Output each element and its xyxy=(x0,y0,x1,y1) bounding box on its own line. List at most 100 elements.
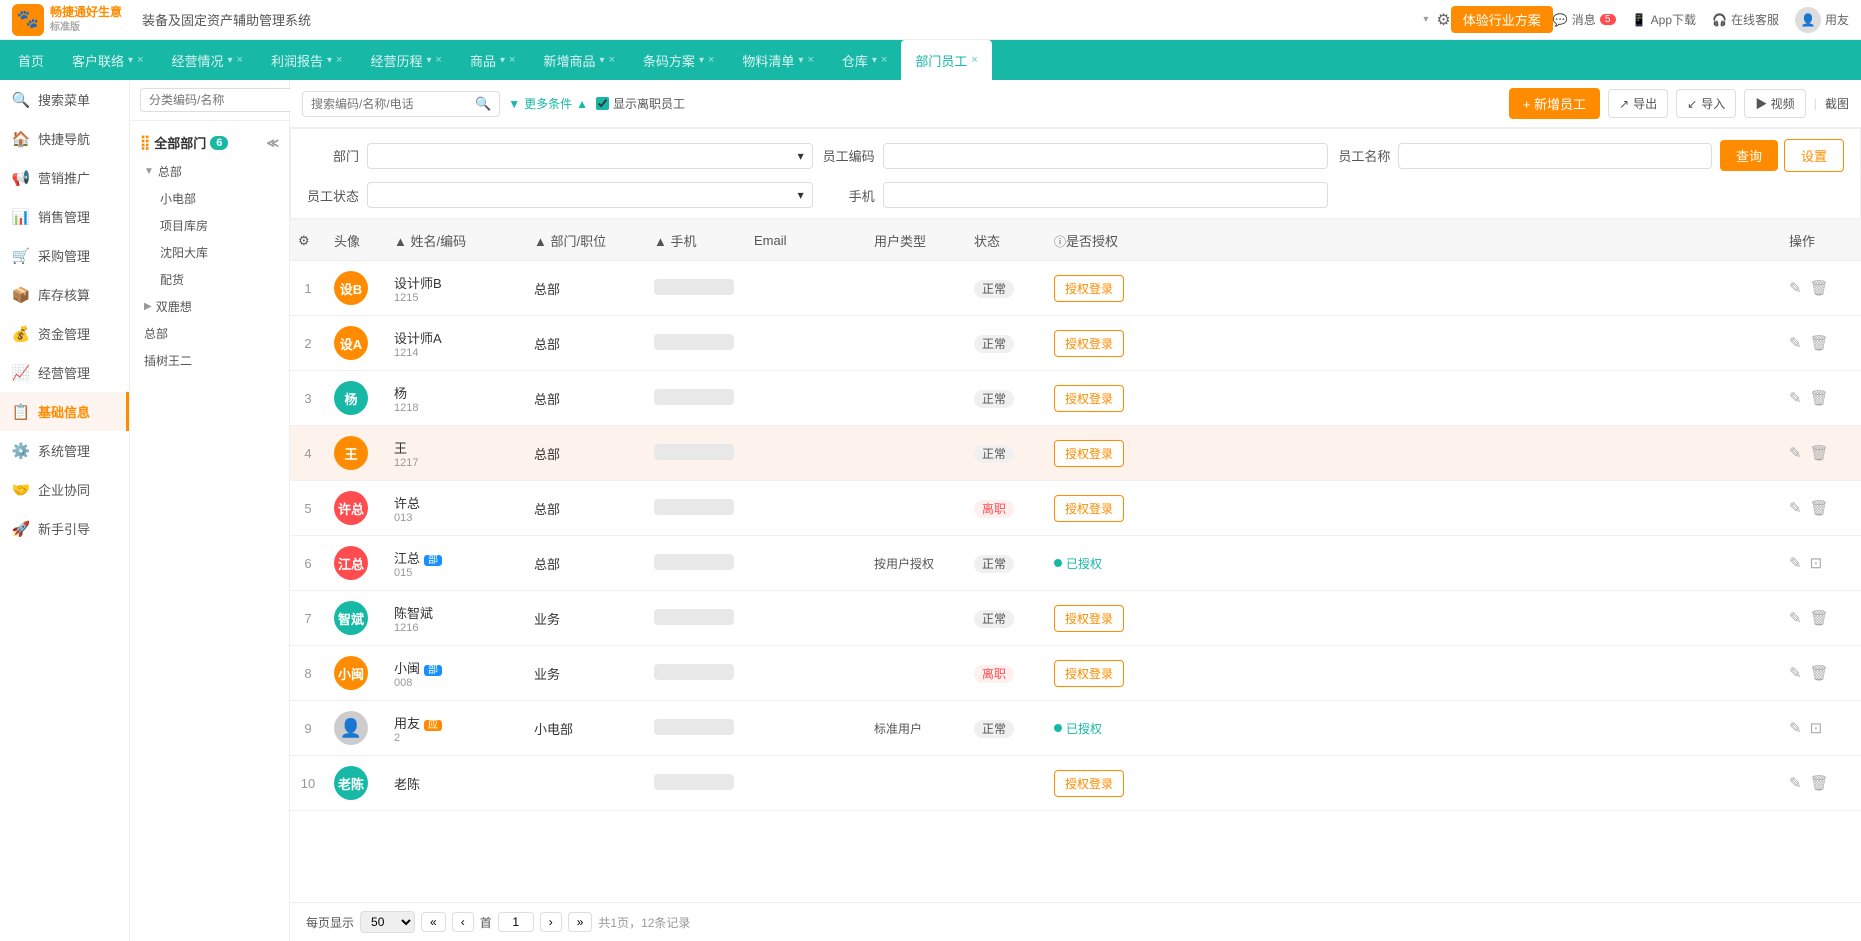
employee-code: 1216 xyxy=(394,622,518,634)
message-item[interactable]: 💬 消息 5 xyxy=(1553,11,1616,28)
auth-button[interactable]: 授权登录 xyxy=(1054,770,1124,797)
tab-history[interactable]: 经营历程 ▾× xyxy=(356,40,455,80)
search-input[interactable] xyxy=(311,97,471,111)
show-resigned-label[interactable]: 显示离职员工 xyxy=(596,95,685,112)
tab-goods[interactable]: 商品 ▾× xyxy=(456,40,529,80)
sidebar-item-system[interactable]: ⚙️ 系统管理 xyxy=(0,431,129,470)
export-button[interactable]: ↗ 导出 xyxy=(1608,89,1668,118)
auth-button[interactable]: 授权登录 xyxy=(1054,440,1124,467)
sidebar-item-nav[interactable]: 🏠 快捷导航 xyxy=(0,119,129,158)
dept-item-peihuo[interactable]: 配货 xyxy=(130,266,289,293)
status-filter-select[interactable]: ▾ xyxy=(367,182,813,208)
sidebar-item-marketing[interactable]: 📢 营销推广 xyxy=(0,158,129,197)
dept-item-zonbu2[interactable]: 总部 xyxy=(130,320,289,347)
auth-button[interactable]: 授权登录 xyxy=(1054,660,1124,687)
delete-icon[interactable]: 🗑 xyxy=(1810,774,1829,792)
first-page-button[interactable]: « xyxy=(421,912,446,932)
edit-icon[interactable]: ✎ xyxy=(1789,389,1802,407)
collapse-icon[interactable]: ≪ xyxy=(266,136,279,150)
tab-employees[interactable]: 部门员工 × xyxy=(901,40,991,80)
employee-code: 1215 xyxy=(394,292,518,304)
delete-icon[interactable]: 🗑 xyxy=(1810,664,1829,682)
extra-label[interactable]: 截图 xyxy=(1825,95,1849,112)
th-name[interactable]: ▲ 姓名/编码 xyxy=(386,221,526,261)
delete-icon[interactable]: 🗑 xyxy=(1810,609,1829,627)
employee-code: 008 xyxy=(394,677,518,689)
auth-button[interactable]: 授权登录 xyxy=(1054,385,1124,412)
edit-icon[interactable]: ✎ xyxy=(1789,444,1802,462)
table-row: 5 许总 许总013 总部 离职 授权登录 ✎🗑 xyxy=(290,481,1861,536)
gear-icon[interactable]: ⚙ xyxy=(1436,10,1450,30)
sidebar-item-purchase[interactable]: 🛒 采购管理 xyxy=(0,236,129,275)
th-dept[interactable]: ▲ 部门/职位 xyxy=(526,221,646,261)
auth-button[interactable]: 授权登录 xyxy=(1054,605,1124,632)
tab-new-goods[interactable]: 新增商品 ▾× xyxy=(529,40,628,80)
view-button[interactable]: ▶ 视频 xyxy=(1744,89,1805,118)
dept-item-chashuwang[interactable]: 插树王二 xyxy=(130,347,289,374)
delete-icon[interactable]: 🗑 xyxy=(1810,334,1829,352)
tab-warehouse[interactable]: 仓库 ▾× xyxy=(828,40,901,80)
edit-icon[interactable]: ✎ xyxy=(1789,554,1802,572)
app-download-item[interactable]: 📱 App下载 xyxy=(1632,11,1696,28)
edit-icon[interactable]: ✎ xyxy=(1789,719,1802,737)
edit-icon[interactable]: ✎ xyxy=(1789,609,1802,627)
dept-item-zonbu[interactable]: ▼ 总部 xyxy=(130,158,289,185)
more-filter-button[interactable]: ▼ 更多条件 ▲ xyxy=(508,95,588,112)
phone-filter-input[interactable] xyxy=(883,182,1329,208)
next-page-button[interactable]: › xyxy=(540,912,562,932)
tab-home[interactable]: 首页 xyxy=(4,40,58,80)
auth-button[interactable]: 授权登录 xyxy=(1054,275,1124,302)
sidebar-item-sales[interactable]: 📊 销售管理 xyxy=(0,197,129,236)
system-dropdown-arrow[interactable]: ▾ xyxy=(1423,14,1428,25)
tab-barcode[interactable]: 条码方案 ▾× xyxy=(629,40,728,80)
delete-icon[interactable]: 🗑 xyxy=(1810,499,1829,517)
online-support-item[interactable]: 🎧 在线客服 xyxy=(1712,11,1779,28)
sidebar-item-inventory[interactable]: 📦 库存核算 xyxy=(0,275,129,314)
delete-icon[interactable]: 🗑 xyxy=(1810,444,1829,462)
dept-item-shuanglu[interactable]: ▶ 双鹿想 xyxy=(130,293,289,320)
user-item[interactable]: 👤 用友 xyxy=(1795,7,1849,33)
last-page-button[interactable]: » xyxy=(568,912,593,932)
dept-all-header[interactable]: ⣿ 全部部门 6 ≪ xyxy=(130,127,289,158)
sidebar-item-search[interactable]: 🔍 搜索菜单 xyxy=(0,80,129,119)
edit-icon[interactable]: ✎ xyxy=(1789,499,1802,517)
query-button[interactable]: 查询 xyxy=(1720,140,1778,171)
import-button[interactable]: ↙ 导入 xyxy=(1676,89,1736,118)
sidebar-item-operations[interactable]: 📈 经营管理 xyxy=(0,353,129,392)
sidebar-item-guide[interactable]: 🚀 新手引导 xyxy=(0,509,129,548)
tab-customer[interactable]: 客户联络 ▾× xyxy=(58,40,157,80)
auth-button[interactable]: 授权登录 xyxy=(1054,330,1124,357)
set-button[interactable]: 设置 xyxy=(1784,139,1844,172)
prev-page-button[interactable]: ‹ xyxy=(452,912,474,932)
empcode-filter-input[interactable] xyxy=(883,143,1329,169)
sidebar-item-basic[interactable]: 📋 基础信息 xyxy=(0,392,129,431)
search-submit-icon[interactable]: 🔍 xyxy=(475,96,491,112)
trial-button[interactable]: 体验行业方案 xyxy=(1451,6,1553,33)
delete-icon[interactable]: 🗑 xyxy=(1810,389,1829,407)
dept-item-xiaodian[interactable]: 小电部 xyxy=(130,185,289,212)
tab-operations[interactable]: 经营情况 ▾× xyxy=(158,40,257,80)
th-settings[interactable]: ⚙ xyxy=(290,221,326,261)
edit-icon[interactable]: ✎ xyxy=(1789,279,1802,297)
sidebar-item-collab[interactable]: 🤝 企业协同 xyxy=(0,470,129,509)
copy-icon[interactable]: ⊡ xyxy=(1810,719,1823,737)
page-input[interactable] xyxy=(498,912,534,932)
empname-filter-input[interactable] xyxy=(1398,143,1712,169)
new-employee-button[interactable]: + 新增员工 xyxy=(1509,88,1600,119)
dept-item-project[interactable]: 项目库房 xyxy=(130,212,289,239)
tab-profit[interactable]: 利润报告 ▾× xyxy=(257,40,356,80)
auth-button[interactable]: 授权登录 xyxy=(1054,495,1124,522)
copy-icon[interactable]: ⊡ xyxy=(1810,554,1823,572)
edit-icon[interactable]: ✎ xyxy=(1789,774,1802,792)
delete-icon[interactable]: 🗑 xyxy=(1810,279,1829,297)
dept-search-input[interactable] xyxy=(140,88,313,112)
page-size-select[interactable]: 50 20 100 xyxy=(360,911,415,933)
edit-icon[interactable]: ✎ xyxy=(1789,334,1802,352)
dept-item-shenyang[interactable]: 沈阳大库 xyxy=(130,239,289,266)
dept-filter-select[interactable]: ▾ xyxy=(367,143,813,169)
show-resigned-checkbox[interactable] xyxy=(596,97,609,110)
th-phone[interactable]: ▲ 手机 xyxy=(646,221,746,261)
edit-icon[interactable]: ✎ xyxy=(1789,664,1802,682)
tab-bom[interactable]: 物料清单 ▾× xyxy=(728,40,827,80)
sidebar-item-finance[interactable]: 💰 资金管理 xyxy=(0,314,129,353)
